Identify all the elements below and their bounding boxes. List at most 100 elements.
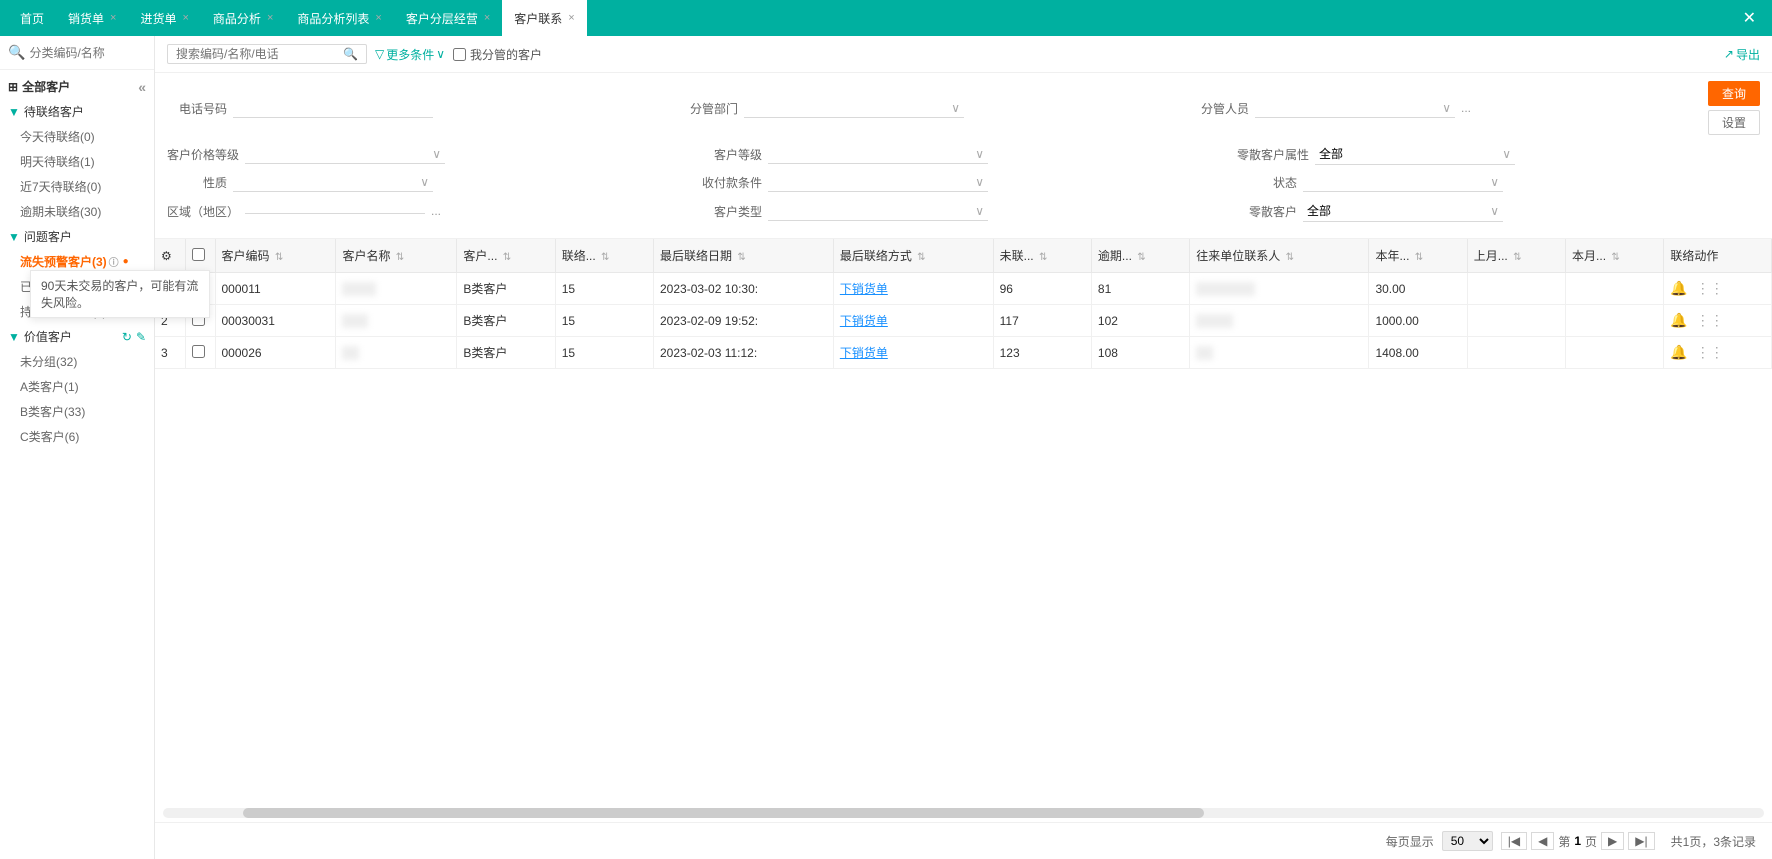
col-name[interactable]: 客户名称 ⇅	[336, 239, 457, 273]
action-contact-icon[interactable]: 🔔	[1670, 312, 1687, 329]
col-unlisted[interactable]: 未联... ⇅	[993, 239, 1091, 273]
row-last-method[interactable]: 下销货单	[833, 305, 993, 337]
tab-purchase-close[interactable]: ×	[182, 12, 188, 24]
col-last-month[interactable]: 上月... ⇅	[1467, 239, 1565, 273]
status-select[interactable]: ∨	[1303, 173, 1503, 192]
row-last-method[interactable]: 下销货单	[833, 337, 993, 369]
scatter-attr-select[interactable]: 全部 ∨	[1315, 143, 1515, 165]
row-checkbox[interactable]	[185, 337, 215, 369]
nature-select[interactable]: ∨	[233, 173, 433, 192]
filter-action-buttons: 查询 设置	[1708, 81, 1760, 135]
action-more-icon[interactable]: ⋮⋮	[1696, 344, 1724, 361]
tab-customer-contact-close[interactable]: ×	[568, 12, 574, 24]
scroll-thumb[interactable]	[243, 808, 1204, 818]
footer: 每页显示 50 100 200 |◀ ◀ 第 1 页 ▶ ▶| 共1页，3条记录	[155, 822, 1772, 859]
action-contact-icon[interactable]: 🔔	[1670, 280, 1687, 297]
status-chevron-icon: ∨	[1490, 175, 1499, 189]
first-page-button[interactable]: |◀	[1501, 832, 1527, 850]
region-select[interactable]	[245, 209, 425, 214]
col-settings[interactable]: ⚙	[155, 239, 185, 273]
person-more-icon[interactable]: ...	[1461, 101, 1471, 115]
col-last-method[interactable]: 最后联络方式 ⇅	[833, 239, 993, 273]
filter-toggle[interactable]: ▽ 更多条件 ∨	[375, 46, 445, 63]
row-last-method[interactable]: 下销货单	[833, 273, 993, 305]
last-page-button[interactable]: ▶|	[1628, 832, 1654, 850]
col-last-date[interactable]: 最后联络日期 ⇅	[654, 239, 834, 273]
row-unit-contact: ██ 3...	[1190, 305, 1369, 337]
tab-customer-tier-close[interactable]: ×	[484, 12, 490, 24]
tab-home[interactable]: 首页	[8, 0, 56, 36]
sidebar-group-value[interactable]: ▼ 价值客户 ↻ ✎	[0, 324, 154, 349]
region-more-icon[interactable]: ...	[431, 204, 441, 218]
col-contact[interactable]: 联络... ⇅	[555, 239, 653, 273]
action-contact-icon[interactable]: 🔔	[1670, 344, 1687, 361]
action-more-icon[interactable]: ⋮⋮	[1696, 280, 1724, 297]
tab-analysis-list-close[interactable]: ×	[375, 12, 381, 24]
col-overdue[interactable]: 逾期... ⇅	[1091, 239, 1189, 273]
person-select[interactable]: ∨	[1255, 99, 1455, 118]
tab-customer-tier[interactable]: 客户分层经营 ×	[394, 0, 502, 36]
cust-type-select[interactable]: ∨	[768, 202, 988, 221]
price-level-chevron-icon: ∨	[432, 147, 441, 161]
sidebar-item-overdue[interactable]: 逾期未联络(30)	[0, 199, 154, 224]
sidebar-item-class-b[interactable]: B类客户(33)	[0, 399, 154, 424]
per-page-select[interactable]: 50 100 200	[1442, 831, 1493, 851]
row-contact: 15	[555, 305, 653, 337]
tab-customer-contact[interactable]: 客户联系 ×	[502, 0, 586, 36]
filter-icon: ▽	[375, 47, 384, 61]
sidebar-all-customers[interactable]: ⊞ 全部客户 «	[0, 70, 154, 99]
tab-analysis-list[interactable]: 商品分析列表 ×	[285, 0, 393, 36]
tab-sales-close[interactable]: ×	[110, 12, 116, 24]
table-row: 3 000026 ██ B类客户 15 2023-02-03 11:12: 下销…	[155, 337, 1772, 369]
payment-select[interactable]: ∨	[768, 173, 988, 192]
export-button[interactable]: ↗ 导出	[1724, 46, 1760, 63]
dept-select[interactable]: ∨	[744, 99, 964, 118]
sidebar-collapse-icon[interactable]: «	[138, 79, 146, 95]
my-customers-checkbox[interactable]: 我分管的客户	[453, 46, 542, 63]
row-code: 00030031	[215, 305, 336, 337]
sidebar-group-problem[interactable]: ▼ 问题客户	[0, 224, 154, 249]
sidebar-item-today[interactable]: 今天待联络(0)	[0, 124, 154, 149]
col-this-year[interactable]: 本年... ⇅	[1369, 239, 1467, 273]
col-unit-contact[interactable]: 往来单位联系人 ⇅	[1190, 239, 1369, 273]
sidebar-group-pending[interactable]: ▼ 待联络客户	[0, 99, 154, 124]
refresh-icon[interactable]: ↻	[122, 330, 132, 344]
sidebar-search-input[interactable]	[29, 46, 146, 60]
price-level-select[interactable]: ∨	[245, 145, 445, 164]
arrow-down-icon: ▼	[8, 105, 20, 119]
col-this-month[interactable]: 本月... ⇅	[1566, 239, 1664, 273]
cust-level-select[interactable]: ∨	[768, 145, 988, 164]
tab-analysis[interactable]: 商品分析 ×	[201, 0, 285, 36]
edit-icon[interactable]: ✎	[136, 330, 146, 344]
export-icon: ↗	[1724, 47, 1734, 61]
next-page-button[interactable]: ▶	[1601, 832, 1624, 850]
horizontal-scrollbar[interactable]	[163, 808, 1764, 818]
row-name: ████	[336, 273, 457, 305]
sidebar-item-ungrouped[interactable]: 未分组(32)	[0, 349, 154, 374]
scatter-cust-select[interactable]: 全部 ∨	[1303, 200, 1503, 222]
row-unlisted: 117	[993, 305, 1091, 337]
window-close-button[interactable]: ✕	[1735, 8, 1764, 28]
sidebar-item-tomorrow[interactable]: 明天待联络(1)	[0, 149, 154, 174]
query-button[interactable]: 查询	[1708, 81, 1760, 106]
search-input[interactable]	[176, 47, 343, 61]
sidebar-item-class-c[interactable]: C类客户(6)	[0, 424, 154, 449]
chevron-down-icon: ∨	[436, 47, 445, 61]
tab-sales[interactable]: 销货单 ×	[56, 0, 128, 36]
prev-page-button[interactable]: ◀	[1531, 832, 1554, 850]
tab-analysis-close[interactable]: ×	[267, 12, 273, 24]
filter-region: 区域（地区） ...	[167, 203, 690, 220]
content-area: 🔍 ▽ 更多条件 ∨ 我分管的客户 ↗ 导出 电话号码	[155, 36, 1772, 859]
sort-contact-icon: ⇅	[601, 252, 609, 263]
col-code[interactable]: 客户编码 ⇅	[215, 239, 336, 273]
sidebar-item-class-a[interactable]: A类客户(1)	[0, 374, 154, 399]
select-all-checkbox[interactable]	[192, 248, 205, 261]
search-button[interactable]: 🔍	[343, 47, 358, 61]
action-more-icon[interactable]: ⋮⋮	[1696, 312, 1724, 329]
phone-input[interactable]	[233, 99, 433, 118]
col-type[interactable]: 客户... ⇅	[457, 239, 555, 273]
my-customers-check[interactable]	[453, 48, 466, 61]
tab-purchase[interactable]: 进货单 ×	[128, 0, 200, 36]
settings-button[interactable]: 设置	[1708, 110, 1760, 135]
sidebar-item-7days[interactable]: 近7天待联络(0)	[0, 174, 154, 199]
